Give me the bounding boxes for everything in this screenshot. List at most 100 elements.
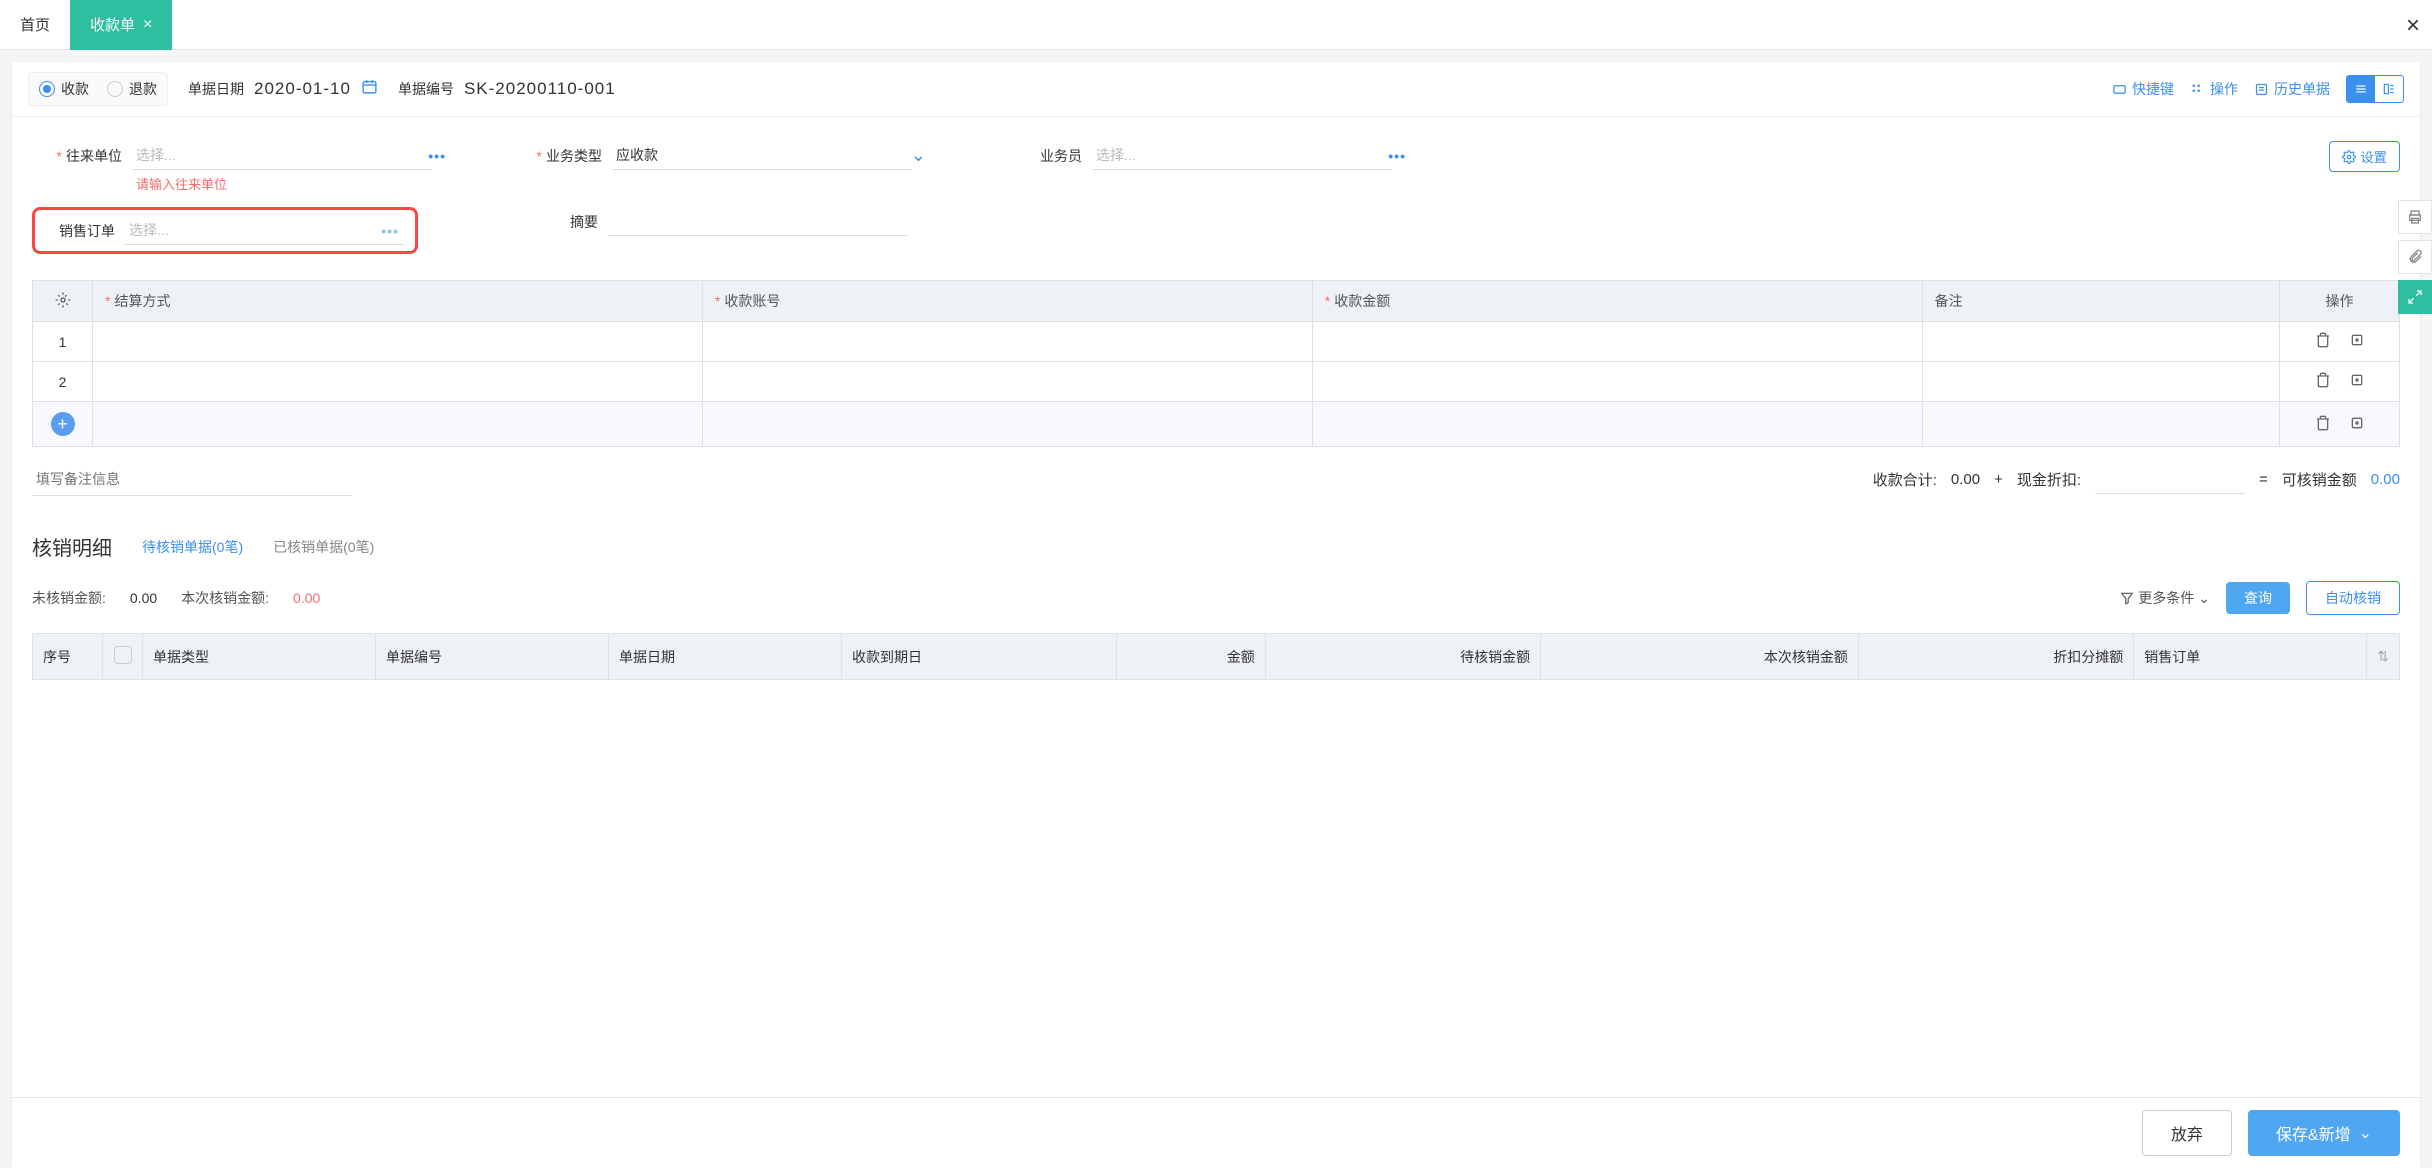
form-area: 往来单位 ••• 请输入往来单位 业务类型 ⌄ 业务员 ••• bbox=[12, 117, 2420, 270]
delete-icon[interactable] bbox=[2315, 332, 2331, 351]
cell[interactable] bbox=[1312, 402, 1922, 447]
col-op: 操作 bbox=[2280, 281, 2400, 322]
table-row: 2 bbox=[33, 362, 2400, 402]
cancel-button[interactable]: 放弃 bbox=[2142, 1110, 2232, 1156]
biz-type-label: 业务类型 bbox=[512, 146, 602, 166]
row-number: 1 bbox=[33, 322, 93, 362]
copy-icon[interactable] bbox=[2349, 372, 2365, 391]
cell-settle[interactable] bbox=[93, 322, 703, 362]
radio-refund[interactable]: 退款 bbox=[107, 79, 157, 99]
cell-remark[interactable] bbox=[1922, 362, 2279, 402]
printer-icon bbox=[2407, 209, 2423, 225]
tab-pending[interactable]: 待核销单据(0笔) bbox=[142, 537, 243, 557]
summary-input[interactable] bbox=[608, 207, 908, 236]
more-icon[interactable]: ••• bbox=[381, 223, 399, 239]
cell-account[interactable] bbox=[702, 322, 1312, 362]
rail-attach-button[interactable] bbox=[2398, 240, 2432, 274]
table-settings-button[interactable] bbox=[33, 281, 93, 322]
party-field: 往来单位 ••• bbox=[32, 141, 452, 170]
cell-settle[interactable] bbox=[93, 362, 703, 402]
note-input[interactable] bbox=[32, 463, 352, 496]
writeoff-section-head: 核销明细 待核销单据(0笔) 已核销单据(0笔) bbox=[12, 512, 2420, 571]
col-sales-order: 销售订单 bbox=[2134, 634, 2367, 680]
col-amount: 金额 bbox=[1117, 634, 1265, 680]
cell[interactable] bbox=[702, 402, 1312, 447]
col-check[interactable] bbox=[103, 634, 143, 680]
delete-icon[interactable] bbox=[2315, 415, 2331, 434]
copy-icon[interactable] bbox=[2349, 332, 2365, 351]
link-label: 操作 bbox=[2210, 79, 2238, 99]
footer-bar: 放弃 保存&新增 ⌄ bbox=[12, 1097, 2420, 1168]
tab-done[interactable]: 已核销单据(0笔) bbox=[273, 537, 374, 557]
chevron-down-icon[interactable]: ⌄ bbox=[911, 145, 926, 166]
discount-input[interactable] bbox=[2095, 466, 2245, 494]
summary-field: 摘要 bbox=[508, 207, 928, 236]
label: 更多条件 bbox=[2138, 588, 2194, 608]
total-label: 收款合计: bbox=[1873, 469, 1937, 490]
type-radio-group: 收款 退款 bbox=[28, 72, 168, 106]
checkbox-icon[interactable] bbox=[114, 646, 132, 664]
add-row-button[interactable]: + bbox=[51, 412, 75, 436]
col-remark: 备注 bbox=[1922, 281, 2279, 322]
header-actions: 快捷键 操作 历史单据 bbox=[2112, 75, 2404, 103]
save-button[interactable]: 保存&新增 ⌄ bbox=[2248, 1110, 2400, 1156]
doc-date-value[interactable]: 2020-01-10 bbox=[254, 79, 351, 99]
doc-date-field: 单据日期 2020-01-10 bbox=[188, 78, 378, 100]
auto-writeoff-button[interactable]: 自动核销 bbox=[2306, 581, 2400, 615]
view-list-button[interactable] bbox=[2347, 76, 2375, 102]
biz-type-input[interactable] bbox=[612, 141, 912, 170]
col-due-date: 收款到期日 bbox=[842, 634, 1117, 680]
operate-link[interactable]: 操作 bbox=[2190, 79, 2238, 99]
tab-home[interactable]: 首页 bbox=[0, 0, 70, 50]
settings-button[interactable]: 设置 bbox=[2329, 141, 2400, 172]
more-icon[interactable]: ••• bbox=[428, 148, 446, 164]
header-row: 收款 退款 单据日期 2020-01-10 单据编号 SK-20200110-0… bbox=[12, 62, 2420, 117]
writeoff-label: 可核销金额 bbox=[2282, 469, 2357, 490]
clerk-input[interactable] bbox=[1092, 141, 1392, 170]
sales-order-field: 销售订单 ••• bbox=[45, 216, 405, 245]
cell[interactable] bbox=[1922, 402, 2279, 447]
writeoff-value: 0.00 bbox=[2371, 471, 2400, 488]
chevron-down-icon: ⌄ bbox=[2198, 590, 2210, 607]
gear-icon bbox=[55, 292, 71, 308]
more-conditions-button[interactable]: 更多条件 ⌄ bbox=[2120, 588, 2210, 608]
query-button[interactable]: 查询 bbox=[2226, 582, 2290, 614]
col-settle: 结算方式 bbox=[93, 281, 703, 322]
page-close-icon[interactable]: × bbox=[2406, 12, 2420, 40]
radio-receive[interactable]: 收款 bbox=[39, 79, 89, 99]
table-row: 1 bbox=[33, 322, 2400, 362]
radio-dot-icon bbox=[39, 81, 55, 97]
shortcut-link[interactable]: 快捷键 bbox=[2112, 79, 2174, 99]
sales-order-label: 销售订单 bbox=[45, 221, 115, 241]
party-input[interactable] bbox=[132, 141, 432, 170]
copy-icon[interactable] bbox=[2349, 415, 2365, 434]
cell[interactable] bbox=[93, 402, 703, 447]
button-label: 设置 bbox=[2360, 147, 2387, 166]
cell-amount[interactable] bbox=[1312, 362, 1922, 402]
field-label: 单据日期 bbox=[188, 79, 244, 99]
equals-sign: = bbox=[2259, 471, 2268, 488]
history-link[interactable]: 历史单据 bbox=[2254, 79, 2330, 99]
this-writeoff-value: 0.00 bbox=[293, 590, 320, 606]
chevron-down-icon: ⌄ bbox=[2359, 1123, 2372, 1143]
delete-icon[interactable] bbox=[2315, 372, 2331, 391]
cell-remark[interactable] bbox=[1922, 322, 2279, 362]
sort-button[interactable]: ⇅ bbox=[2367, 634, 2400, 680]
link-label: 快捷键 bbox=[2132, 79, 2174, 99]
close-icon[interactable]: × bbox=[143, 16, 152, 34]
cell-amount[interactable] bbox=[1312, 322, 1922, 362]
more-icon[interactable]: ••• bbox=[1388, 148, 1406, 164]
sales-order-input[interactable] bbox=[125, 216, 405, 245]
this-writeoff-label: 本次核销金额: bbox=[181, 588, 269, 608]
rail-expand-button[interactable] bbox=[2398, 280, 2432, 314]
radio-label: 退款 bbox=[129, 79, 157, 99]
view-card-button[interactable] bbox=[2375, 76, 2403, 102]
cell-account[interactable] bbox=[702, 362, 1312, 402]
calendar-icon[interactable] bbox=[361, 78, 378, 100]
expand-icon bbox=[2407, 289, 2423, 305]
rail-print-button[interactable] bbox=[2398, 200, 2432, 234]
col-pending-amt: 待核销金额 bbox=[1265, 634, 1540, 680]
col-seq: 序号 bbox=[33, 634, 103, 680]
col-doc-date: 单据日期 bbox=[609, 634, 842, 680]
tab-receipt[interactable]: 收款单 × bbox=[70, 0, 172, 50]
